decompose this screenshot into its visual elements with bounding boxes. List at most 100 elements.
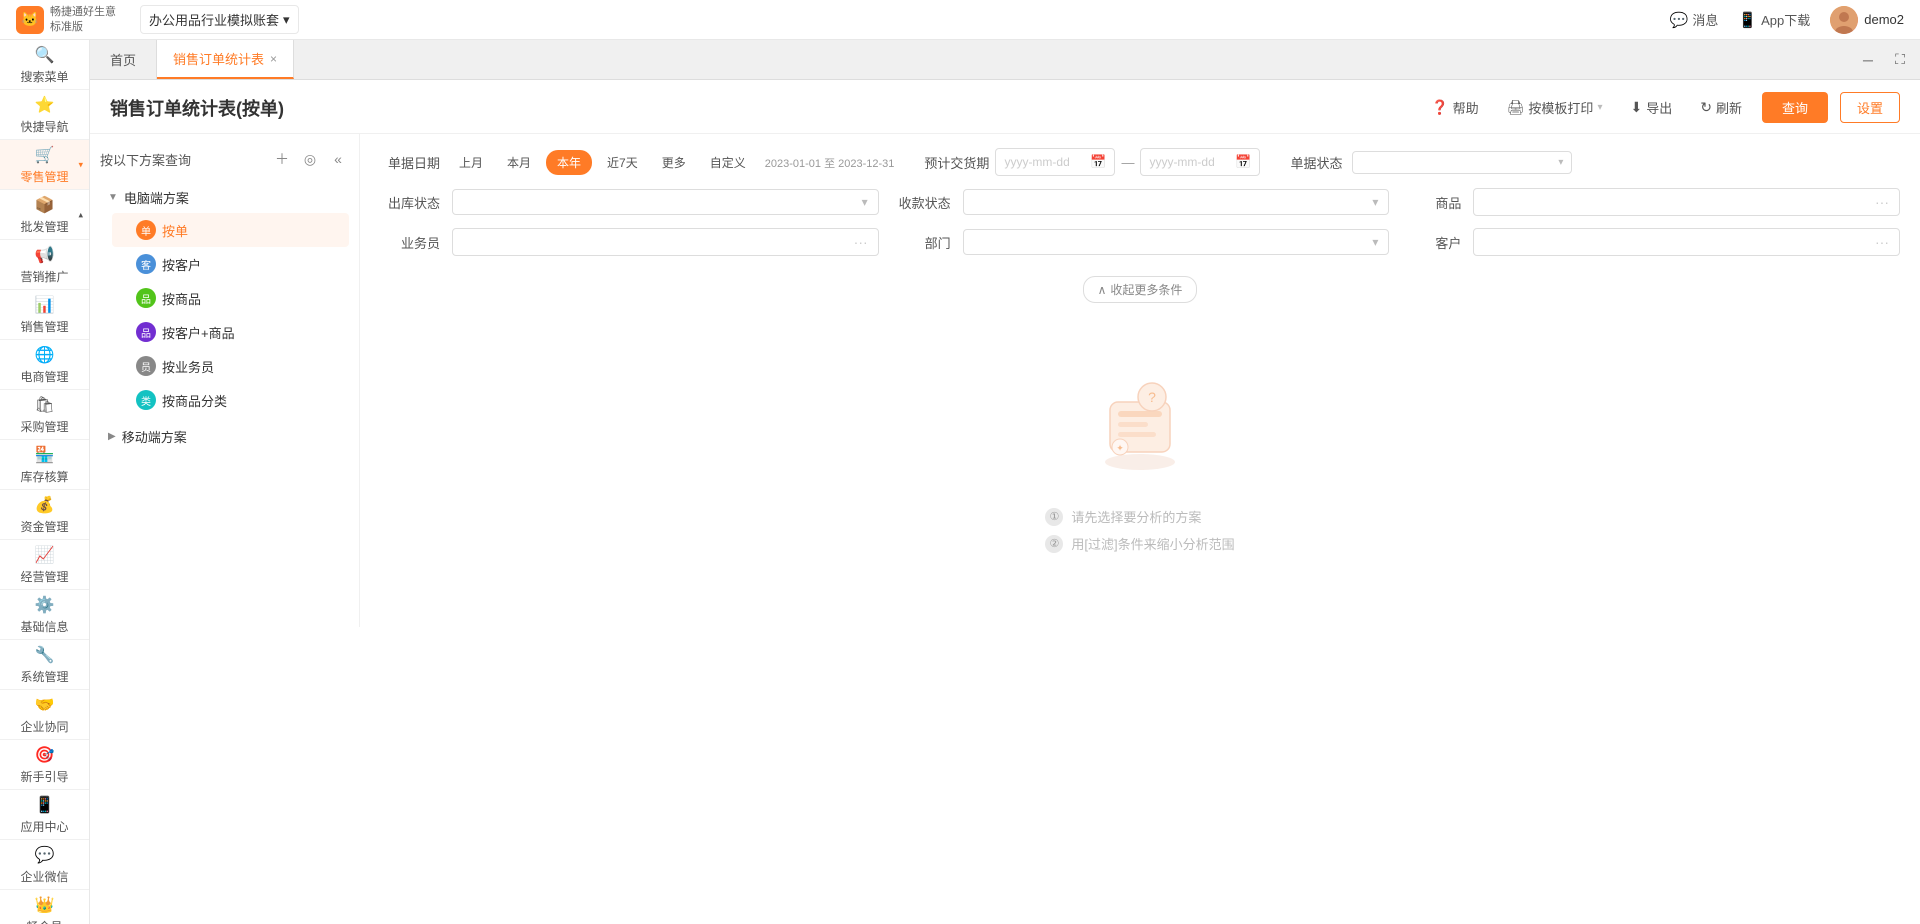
print-icon: 🖨 xyxy=(1507,99,1525,116)
collapse-panel-button[interactable]: « xyxy=(327,148,349,170)
solution-item-0[interactable]: 单 按单 xyxy=(112,213,349,247)
expected-date-to-input[interactable]: yyyy-mm-dd 📅 xyxy=(1140,148,1260,176)
sidebar-item-member[interactable]: 👑 畅会员 xyxy=(0,890,89,924)
user-avatar-button[interactable]: demo2 xyxy=(1830,6,1904,34)
page-content: 销售订单统计表(按单) ❓ 帮助 🖨 按模板打印 ▾ ⬇ 导出 xyxy=(90,80,1920,924)
collapse-icon: ▶ xyxy=(108,431,116,442)
page-title: 销售订单统计表(按单) xyxy=(110,95,284,121)
sidebar-item-ecommerce[interactable]: 🌐 电商管理 xyxy=(0,340,89,390)
svg-text:✦: ✦ xyxy=(1116,443,1124,453)
export-icon: ⬇ xyxy=(1630,99,1642,116)
solution-icon-5: 类 xyxy=(136,390,156,410)
help-button[interactable]: ❓ 帮助 xyxy=(1423,94,1486,121)
sidebar-item-purchase[interactable]: 🛍 采购管理 xyxy=(0,390,89,440)
message-button[interactable]: 💬 消息 xyxy=(1670,10,1719,29)
solution-icon-2: 品 xyxy=(136,288,156,308)
expected-date-group: 预计交货期 yyyy-mm-dd 📅 — yyyy-mm-dd 📅 xyxy=(924,148,1260,176)
sidebar-item-retail[interactable]: 🛒 零售管理 ▾ xyxy=(0,140,89,190)
solution-item-2[interactable]: 品 按商品 xyxy=(112,281,349,315)
salesman-input[interactable]: ··· xyxy=(452,228,879,256)
sidebar-item-system[interactable]: 🔧 系统管理 xyxy=(0,640,89,690)
member-icon: 👑 xyxy=(35,895,55,915)
settings-button[interactable]: 设置 xyxy=(1840,92,1900,123)
empty-tip-2: ② 用[过滤]条件来缩小分析范围 xyxy=(1045,534,1234,553)
sidebar-item-basic[interactable]: ⚙️ 基础信息 xyxy=(0,590,89,640)
more-icon: ··· xyxy=(1875,194,1889,210)
solution-item-1[interactable]: 客 按客户 xyxy=(112,247,349,281)
date-tab-more[interactable]: 更多 xyxy=(653,150,695,175)
date-tab-lastmonth[interactable]: 上月 xyxy=(450,150,492,175)
sidebar-item-newuser[interactable]: 🎯 新手引导 xyxy=(0,740,89,790)
edit-solution-button[interactable]: ◎ xyxy=(299,148,321,170)
left-panel-header: 按以下方案查询 ＋ ◎ « xyxy=(100,144,349,174)
sidebar-item-inventory[interactable]: 🏪 库存核算 xyxy=(0,440,89,490)
page-actions: ❓ 帮助 🖨 按模板打印 ▾ ⬇ 导出 ↻ 刷新 xyxy=(1423,92,1900,123)
tab-bar-right: ─ ⛶ xyxy=(1856,40,1920,79)
sidebar-item-appcenter[interactable]: 📱 应用中心 xyxy=(0,790,89,840)
expected-date-from-input[interactable]: yyyy-mm-dd 📅 xyxy=(995,148,1115,176)
empty-tips: ① 请先选择要分析的方案 ② 用[过滤]条件来缩小分析范围 xyxy=(1045,507,1234,553)
tab-sales-statistics[interactable]: 销售订单统计表 × xyxy=(157,40,294,79)
company-selector[interactable]: 办公用品行业模拟账套 ▾ xyxy=(140,5,299,34)
sidebar-item-quicknav[interactable]: ⭐ 快捷导航 xyxy=(0,90,89,140)
pc-solutions-section: ▼ 电脑端方案 单 按单 客 按客户 xyxy=(100,182,349,417)
minimize-button[interactable]: ─ xyxy=(1856,48,1880,72)
filter-row-2: 出库状态 ▾ 收款状态 ▾ 商品 xyxy=(380,188,1900,216)
calendar-icon-2: 📅 xyxy=(1235,154,1251,170)
tab-close-button[interactable]: × xyxy=(270,52,277,66)
logo-area: 🐱 畅捷通好生意 标准版 xyxy=(16,5,116,34)
pc-solutions-items: 单 按单 客 按客户 品 按商品 xyxy=(112,213,349,417)
status-select[interactable]: ▾ xyxy=(1352,151,1572,174)
empty-illustration: ? ✦ xyxy=(1080,367,1200,487)
template-print-button[interactable]: 🖨 按模板打印 ▾ xyxy=(1499,94,1611,121)
goods-input[interactable]: ··· xyxy=(1473,188,1900,216)
query-button[interactable]: 查询 xyxy=(1762,92,1828,123)
solution-item-4[interactable]: 员 按业务员 xyxy=(112,349,349,383)
date-tab-custom[interactable]: 自定义 xyxy=(701,150,755,175)
chevron-down-icon: ▾ xyxy=(1372,235,1378,249)
refresh-button[interactable]: ↻ 刷新 xyxy=(1692,94,1750,121)
tab-home[interactable]: 首页 xyxy=(90,40,157,79)
collapse-button[interactable]: ∧ 收起更多条件 xyxy=(1083,276,1198,303)
logo-text: 畅捷通好生意 标准版 xyxy=(50,5,116,34)
wechat-icon: 💬 xyxy=(35,845,55,865)
solution-item-3[interactable]: 品 按客户+商品 xyxy=(112,315,349,349)
maximize-button[interactable]: ⛶ xyxy=(1888,48,1912,72)
customer-input[interactable]: ··· xyxy=(1473,228,1900,256)
header-left: 🐱 畅捷通好生意 标准版 办公用品行业模拟账套 ▾ xyxy=(16,5,299,34)
left-panel-icons: ＋ ◎ « xyxy=(271,148,349,170)
more-icon-salesman: ··· xyxy=(854,234,868,250)
filter-row-3: 业务员 ··· 部门 ▾ 客户 xyxy=(380,228,1900,256)
sidebar-item-sales[interactable]: 📊 销售管理 xyxy=(0,290,89,340)
app-download-button[interactable]: 📱 App下载 xyxy=(1738,10,1810,29)
sidebar-item-operations[interactable]: 📈 经营管理 xyxy=(0,540,89,590)
mobile-solutions-section: ▶ 移动端方案 xyxy=(100,421,349,452)
sidebar-item-finance[interactable]: 💰 资金管理 xyxy=(0,490,89,540)
date-tab-thisyear[interactable]: 本年 xyxy=(546,150,592,175)
solution-item-5[interactable]: 类 按商品分类 xyxy=(112,383,349,417)
sidebar-item-marketing[interactable]: 📢 营销推广 xyxy=(0,240,89,290)
avatar xyxy=(1830,6,1858,34)
basic-icon: ⚙️ xyxy=(35,595,55,615)
wholesale-icon: 📦 xyxy=(35,195,55,215)
mobile-solutions-group[interactable]: ▶ 移动端方案 xyxy=(100,421,349,452)
retail-icon: 🛒 xyxy=(35,145,55,165)
date-tab-thismonth[interactable]: 本月 xyxy=(498,150,540,175)
top-header: 🐱 畅捷通好生意 标准版 办公用品行业模拟账套 ▾ 💬 消息 📱 App下载 xyxy=(0,0,1920,40)
pc-solutions-group[interactable]: ▼ 电脑端方案 xyxy=(100,182,349,213)
system-icon: 🔧 xyxy=(35,645,55,665)
out-status-select[interactable]: ▾ xyxy=(452,189,879,215)
sidebar-item-wholesale[interactable]: 📦 批发管理 ▴ xyxy=(0,190,89,240)
date-tab-7days[interactable]: 近7天 xyxy=(598,150,647,175)
marketing-icon: 📢 xyxy=(35,245,55,265)
dept-select[interactable]: ▾ xyxy=(963,229,1390,255)
sidebar-item-search[interactable]: 🔍 搜索菜单 xyxy=(0,40,89,90)
add-solution-button[interactable]: ＋ xyxy=(271,148,293,170)
solution-icon-1: 客 xyxy=(136,254,156,274)
svg-text:?: ? xyxy=(1148,389,1156,405)
sidebar-item-wechat[interactable]: 💬 企业微信 xyxy=(0,840,89,890)
chevron-down-icon: ▾ xyxy=(1597,102,1602,113)
collection-status-select[interactable]: ▾ xyxy=(963,189,1390,215)
sidebar-item-enterprise[interactable]: 🤝 企业协同 xyxy=(0,690,89,740)
export-button[interactable]: ⬇ 导出 xyxy=(1622,94,1680,121)
